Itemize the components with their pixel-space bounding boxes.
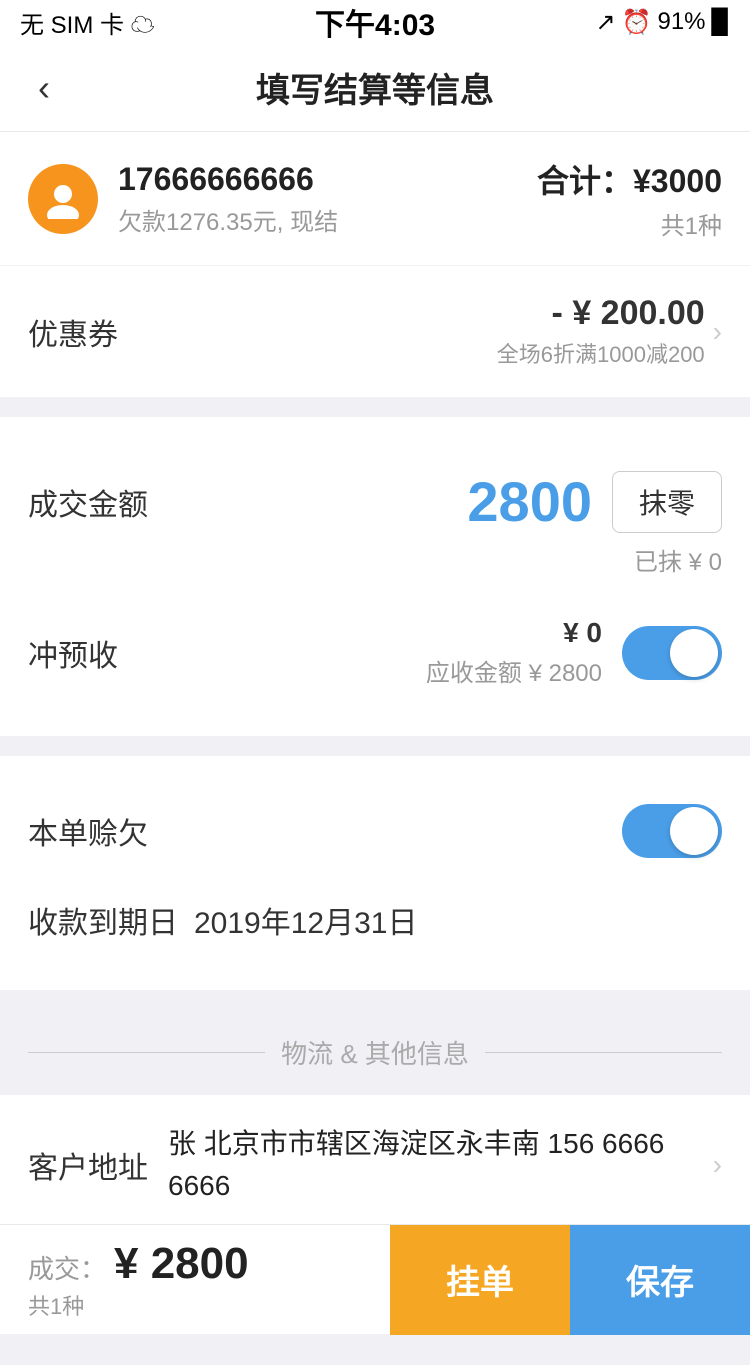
sim-text: 无 SIM 卡 ☁: [20, 5, 155, 40]
total-amount: 合计：¥3000: [537, 156, 722, 202]
battery-text: 91%: [657, 8, 705, 36]
user-info: 17666666666 欠款1276.35元, 现结: [118, 161, 537, 237]
debit-label: 本单赊欠: [28, 809, 148, 853]
already-offset: 已抹 ¥ 0: [28, 542, 722, 597]
divider-line-left: [28, 1052, 265, 1053]
due-date-value: 2019年12月31日: [194, 898, 417, 942]
alarm-icon: ⏰: [622, 8, 652, 37]
debit-section: 本单赊欠 收款到期日 2019年12月31日: [0, 756, 750, 990]
address-label: 客户地址: [28, 1143, 148, 1187]
debit-toggle-knob: [670, 807, 718, 855]
due-date-label: 收款到期日: [28, 898, 178, 942]
bottom-deal-label: 成交：: [28, 1249, 106, 1286]
user-info-card: 17666666666 欠款1276.35元, 现结 合计：¥3000 共1种 …: [0, 132, 750, 397]
battery-icon: ▉: [712, 8, 730, 37]
status-right: ↗ ⏰ 91% ▉: [595, 8, 730, 37]
pre-receive-toggle[interactable]: [622, 626, 722, 680]
user-row: 17666666666 欠款1276.35元, 现结 合计：¥3000 共1种: [0, 132, 750, 265]
debit-toggle[interactable]: [622, 804, 722, 858]
page-title: 填写结算等信息: [256, 63, 494, 112]
total-count: 共1种: [537, 206, 722, 241]
coupon-label: 优惠券: [28, 310, 118, 354]
debit-row: 本单赊欠: [28, 784, 722, 878]
coupon-discount: - ¥ 200.00: [497, 294, 705, 333]
transaction-section: 成交金额 2800 抹零 已抹 ¥ 0 冲预收 ¥ 0 应收金额 ¥ 2800: [0, 417, 750, 736]
coupon-row[interactable]: 优惠券 - ¥ 200.00 全场6折满1000减200 ›: [0, 265, 750, 397]
coupon-right: - ¥ 200.00 全场6折满1000减200: [497, 294, 705, 369]
pre-amount: ¥ 0: [426, 617, 602, 649]
content-area: 17666666666 欠款1276.35元, 现结 合计：¥3000 共1种 …: [0, 132, 750, 1365]
address-content: 张 北京市市辖区海淀区永丰南 156 6666 6666: [168, 1123, 705, 1207]
amount-label: 成交金额: [28, 480, 148, 524]
divider-line-right: [485, 1052, 722, 1053]
status-time: 下午4:03: [315, 0, 435, 44]
receivable-text: 应收金额 ¥ 2800: [426, 653, 602, 688]
amount-row: 成交金额 2800 抹零: [28, 445, 722, 542]
user-total: 合计：¥3000 共1种: [537, 156, 722, 241]
bottom-info: 成交： ¥ 2800 共1种: [0, 1239, 390, 1321]
round-button[interactable]: 抹零: [612, 471, 722, 533]
bottom-count: 共1种: [28, 1289, 362, 1321]
pre-receive-row: 冲预收 ¥ 0 应收金额 ¥ 2800: [28, 597, 722, 708]
bottom-bar: 成交： ¥ 2800 共1种 挂单 保存: [0, 1224, 750, 1334]
hang-button[interactable]: 挂单: [390, 1225, 570, 1335]
logistics-label: 物流 & 其他信息: [281, 1034, 469, 1071]
status-left: 无 SIM 卡 ☁: [20, 5, 155, 40]
location-icon: ↗: [595, 8, 615, 37]
coupon-chevron-icon: ›: [713, 316, 722, 348]
toggle-knob: [670, 629, 718, 677]
due-date-row: 收款到期日 2019年12月31日: [28, 878, 722, 962]
user-phone: 17666666666: [118, 161, 537, 198]
user-debt: 欠款1276.35元, 现结: [118, 202, 537, 237]
save-button[interactable]: 保存: [570, 1225, 750, 1335]
logistics-divider: 物流 & 其他信息: [0, 1010, 750, 1095]
amount-value: 2800: [467, 469, 592, 534]
address-row[interactable]: 客户地址 张 北京市市辖区海淀区永丰南 156 6666 6666 ›: [0, 1095, 750, 1235]
status-bar: 无 SIM 卡 ☁ 下午4:03 ↗ ⏰ 91% ▉: [0, 0, 750, 44]
back-button[interactable]: ‹: [28, 57, 60, 119]
nav-bar: ‹ 填写结算等信息: [0, 44, 750, 132]
pre-receive-right: ¥ 0 应收金额 ¥ 2800: [426, 617, 602, 688]
bottom-amount: ¥ 2800: [114, 1239, 249, 1289]
pre-receive-label: 冲预收: [28, 631, 118, 675]
coupon-desc: 全场6折满1000减200: [497, 337, 705, 369]
avatar: [28, 164, 98, 234]
address-chevron-icon: ›: [713, 1149, 722, 1181]
